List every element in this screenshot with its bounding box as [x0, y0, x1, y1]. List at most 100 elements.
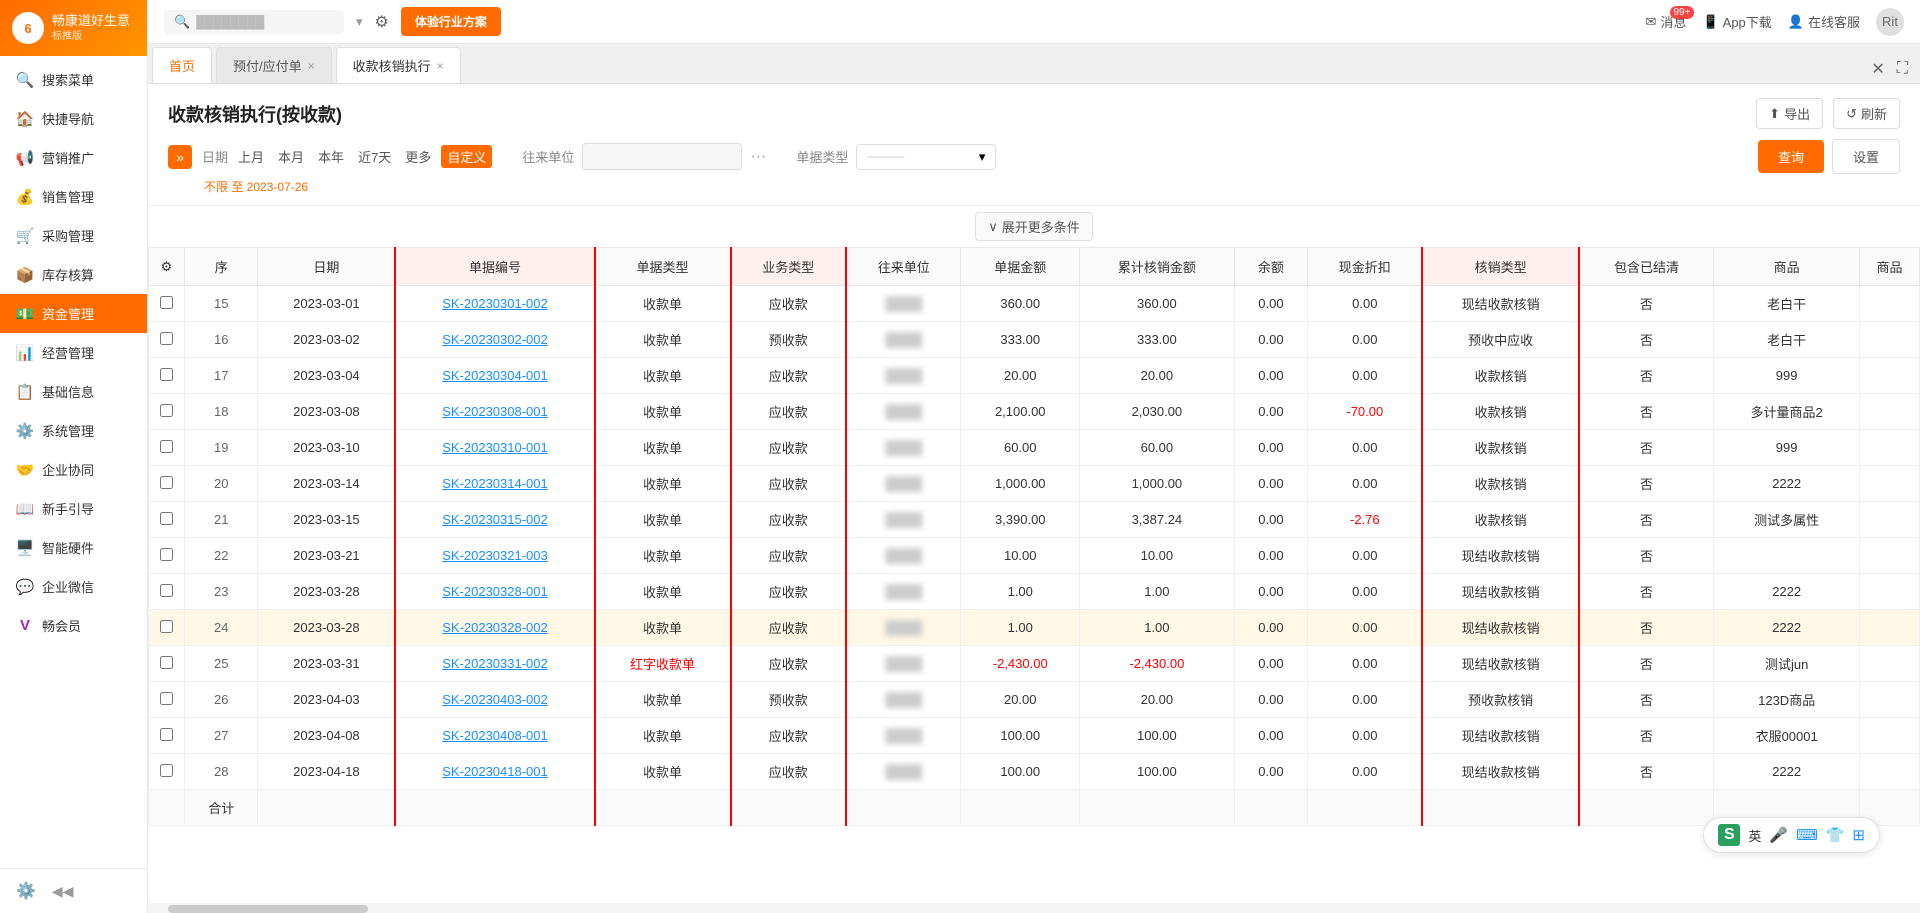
sidebar-item-system[interactable]: ⚙️ 系统管理: [0, 411, 147, 450]
refresh-button[interactable]: ↺ 刷新: [1833, 98, 1900, 129]
gear-settings-icon[interactable]: ⚙: [375, 12, 389, 32]
filter-expand-button[interactable]: »: [168, 145, 192, 169]
row-checkbox[interactable]: [160, 332, 173, 345]
sidebar-item-quicknav[interactable]: 🏠 快捷导航: [0, 99, 147, 138]
cell-checkbox[interactable]: [149, 358, 185, 394]
row-checkbox[interactable]: [160, 548, 173, 561]
cell-checkbox[interactable]: [149, 394, 185, 430]
cell-checkbox[interactable]: [149, 682, 185, 718]
cell-checkbox[interactable]: [149, 574, 185, 610]
voucher-no-link[interactable]: SK-20230408-001: [442, 728, 548, 743]
online-service[interactable]: 👤 在线客服: [1788, 12, 1860, 31]
partner-dots-button[interactable]: ···: [750, 148, 766, 166]
filter-settings-button[interactable]: 设置: [1832, 139, 1900, 174]
row-checkbox[interactable]: [160, 476, 173, 489]
floating-grid-icon[interactable]: ⊞: [1852, 826, 1865, 844]
voucher-no-link[interactable]: SK-20230328-001: [442, 584, 548, 599]
sidebar-item-operations[interactable]: 📊 经营管理: [0, 333, 147, 372]
sidebar-item-purchase[interactable]: 🛒 采购管理: [0, 216, 147, 255]
cell-balance: 0.00: [1234, 430, 1307, 466]
col-settings-gear-icon[interactable]: ⚙: [161, 259, 173, 274]
tab-collection[interactable]: 收款核销执行 ×: [336, 47, 461, 83]
scroll-thumb[interactable]: [168, 905, 368, 913]
row-checkbox[interactable]: [160, 296, 173, 309]
settings-gear-icon[interactable]: ⚙️: [16, 881, 36, 901]
voucher-type-select[interactable]: ──── ▾: [856, 144, 996, 170]
row-checkbox[interactable]: [160, 368, 173, 381]
partner-filter-input[interactable]: [582, 143, 742, 170]
tab-prepay[interactable]: 预付/应付单 ×: [216, 47, 332, 83]
sidebar-item-basics[interactable]: 📋 基础信息: [0, 372, 147, 411]
app-download[interactable]: 📱 App下载: [1702, 12, 1771, 31]
voucher-no-link[interactable]: SK-20230403-002: [442, 692, 548, 707]
voucher-no-link[interactable]: SK-20230302-002: [442, 332, 548, 347]
row-checkbox[interactable]: [160, 692, 173, 705]
voucher-no-link[interactable]: SK-20230315-002: [442, 512, 548, 527]
floating-keyboard-icon[interactable]: ⌨: [1796, 826, 1818, 844]
tab-expand-button[interactable]: ⛶: [1893, 56, 1912, 82]
floating-mic-icon[interactable]: 🎤: [1769, 826, 1788, 844]
sidebar-item-collab[interactable]: 🤝 企业协同: [0, 450, 147, 489]
row-checkbox[interactable]: [160, 440, 173, 453]
row-checkbox[interactable]: [160, 404, 173, 417]
tab-home[interactable]: 首页: [152, 47, 212, 83]
row-checkbox[interactable]: [160, 620, 173, 633]
sidebar-item-member[interactable]: V 畅会员: [0, 606, 147, 645]
sidebar-item-search[interactable]: 🔍 搜索菜单: [0, 60, 147, 99]
cell-checkbox[interactable]: [149, 502, 185, 538]
messages-badge[interactable]: ✉ 消息 99+: [1646, 12, 1687, 31]
cell-checkbox[interactable]: [149, 754, 185, 790]
row-checkbox[interactable]: [160, 728, 173, 741]
cell-checkbox[interactable]: [149, 718, 185, 754]
row-checkbox[interactable]: [160, 764, 173, 777]
sidebar-item-guide[interactable]: 📖 新手引导: [0, 489, 147, 528]
query-button[interactable]: 查询: [1758, 140, 1824, 173]
voucher-no-link[interactable]: SK-20230418-001: [442, 764, 548, 779]
collapse-icon[interactable]: ◀◀: [52, 883, 74, 900]
tab-close-all-button[interactable]: ✕: [1867, 55, 1888, 83]
voucher-no-link[interactable]: SK-20230304-001: [442, 368, 548, 383]
date-option-this-year[interactable]: 本年: [314, 145, 348, 168]
sidebar-item-inventory[interactable]: 📦 库存核算: [0, 255, 147, 294]
cell-checkbox[interactable]: [149, 466, 185, 502]
date-option-this-month[interactable]: 本月: [274, 145, 308, 168]
voucher-no-link[interactable]: SK-20230331-002: [442, 656, 548, 671]
voucher-no-link[interactable]: SK-20230314-001: [442, 476, 548, 491]
voucher-no-link[interactable]: SK-20230321-003: [442, 548, 548, 563]
sidebar-item-marketing[interactable]: 📢 营销推广: [0, 138, 147, 177]
floating-shirt-icon[interactable]: 👕: [1826, 826, 1845, 844]
cell-checkbox[interactable]: [149, 646, 185, 682]
date-option-custom[interactable]: 自定义: [441, 145, 492, 168]
row-checkbox[interactable]: [160, 512, 173, 525]
industry-solution-button[interactable]: 体验行业方案: [401, 7, 501, 36]
row-checkbox[interactable]: [160, 656, 173, 669]
tab-collection-close-icon[interactable]: ×: [437, 59, 444, 73]
dropdown-arrow-icon[interactable]: ▾: [356, 14, 363, 30]
table-total-row: 合计: [149, 790, 1920, 826]
tab-prepay-close-icon[interactable]: ×: [308, 59, 315, 73]
cell-checkbox[interactable]: [149, 538, 185, 574]
sidebar-item-sales[interactable]: 💰 销售管理: [0, 177, 147, 216]
cell-checkbox[interactable]: [149, 322, 185, 358]
col-settings-header[interactable]: ⚙: [149, 248, 185, 286]
date-option-7days[interactable]: 近7天: [354, 145, 395, 168]
cell-checkbox[interactable]: [149, 286, 185, 322]
filter-date-range: 不限 至 2023-07-26: [204, 178, 1900, 195]
topbar-search-box[interactable]: 🔍 ████████: [164, 10, 344, 34]
voucher-no-link[interactable]: SK-20230328-002: [442, 620, 548, 635]
user-avatar[interactable]: Rit: [1876, 8, 1904, 36]
date-option-last-month[interactable]: 上月: [234, 145, 268, 168]
voucher-no-link[interactable]: SK-20230308-001: [442, 404, 548, 419]
sidebar-item-hardware[interactable]: 🖥️ 智能硬件: [0, 528, 147, 567]
voucher-no-link[interactable]: SK-20230301-002: [442, 296, 548, 311]
sidebar-item-wechat[interactable]: 💬 企业微信: [0, 567, 147, 606]
export-button[interactable]: ⬆ 导出: [1756, 98, 1823, 129]
row-checkbox[interactable]: [160, 584, 173, 597]
cell-checkbox[interactable]: [149, 430, 185, 466]
expand-more-button[interactable]: ∨ 展开更多条件: [975, 212, 1093, 241]
sidebar-item-finance[interactable]: 💵 资金管理: [0, 294, 147, 333]
cell-checkbox[interactable]: [149, 610, 185, 646]
voucher-no-link[interactable]: SK-20230310-001: [442, 440, 548, 455]
horizontal-scrollbar[interactable]: [148, 903, 1920, 913]
date-option-more[interactable]: 更多: [401, 145, 435, 168]
